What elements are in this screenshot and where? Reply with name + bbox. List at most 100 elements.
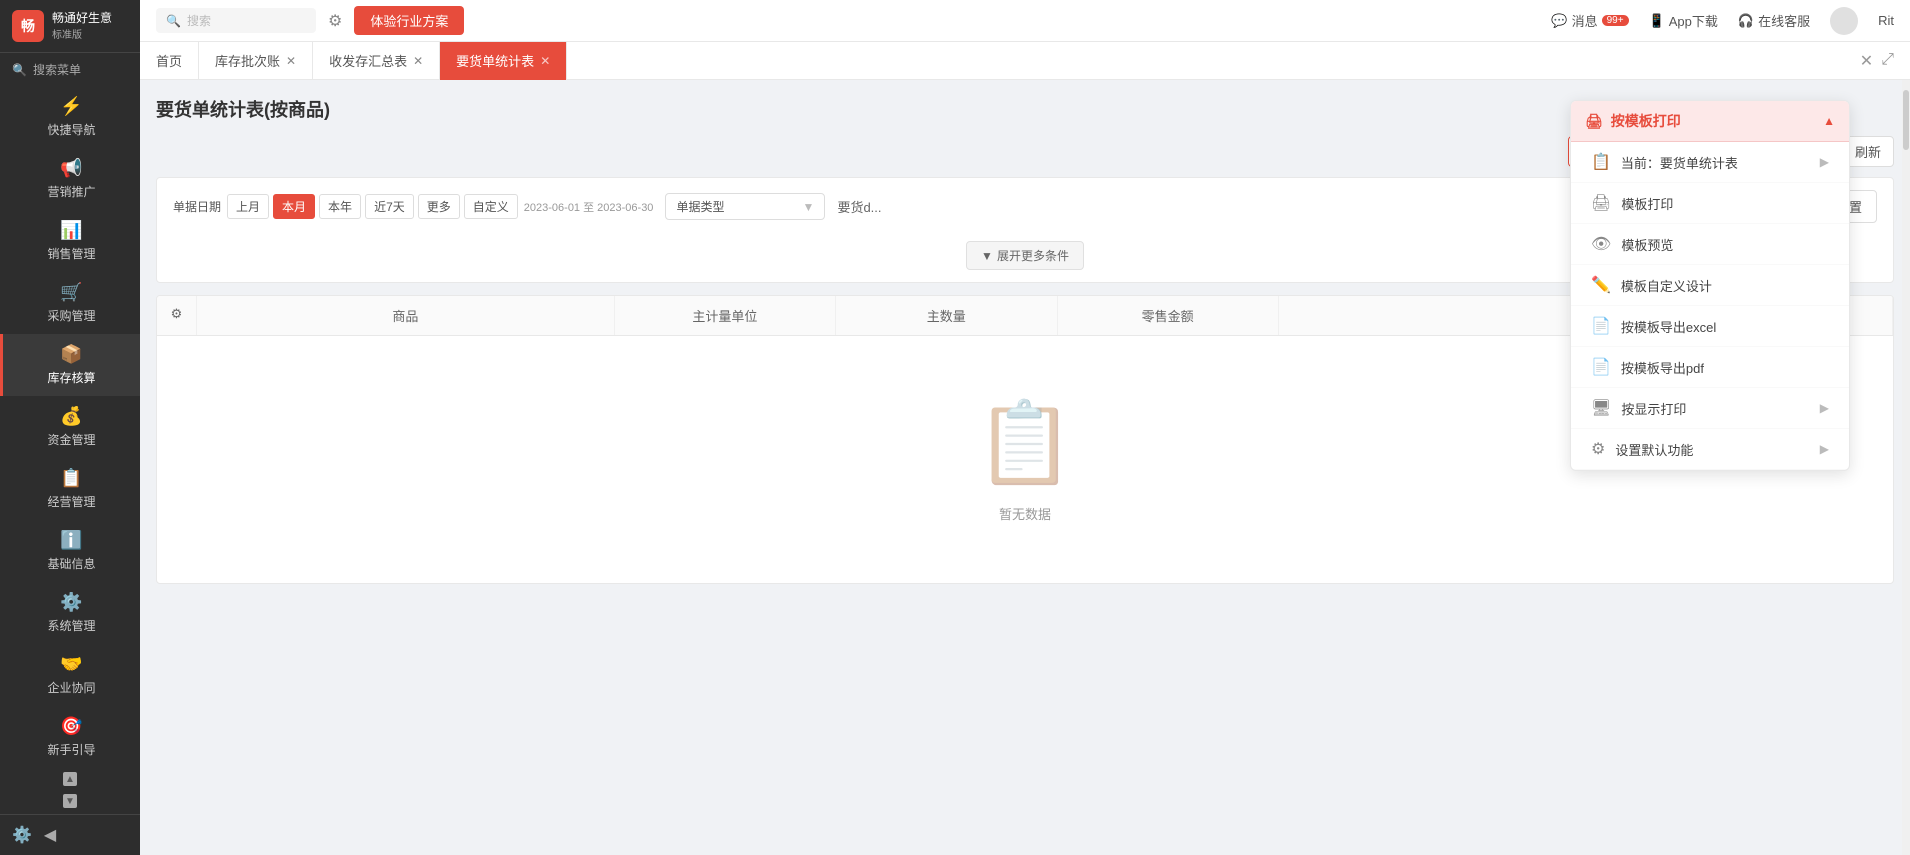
demand-goods-label: 要货d... bbox=[837, 197, 881, 216]
app-download-btn[interactable]: 📱 App下载 bbox=[1649, 11, 1718, 30]
sidebar-item-guide[interactable]: 🎯 新手引导 bbox=[0, 706, 140, 766]
col-settings[interactable]: ⚙ bbox=[157, 296, 197, 335]
tab-close-batch-account[interactable]: ✕ bbox=[286, 54, 296, 68]
template-pdf-icon: 📄 bbox=[1591, 357, 1611, 377]
tab-close-demand-summary[interactable]: ✕ bbox=[540, 54, 550, 68]
tab-collection-summary[interactable]: 收发存汇总表✕ bbox=[313, 42, 440, 80]
display-print-chevron: ▶ bbox=[1820, 401, 1829, 415]
sidebar-label-sales: 销售管理 bbox=[47, 245, 95, 262]
date-btn-current-year[interactable]: 本年 bbox=[319, 194, 361, 219]
sidebar-item-purchase[interactable]: 🛒 采购管理 bbox=[0, 272, 140, 334]
empty-text: 暂无数据 bbox=[999, 504, 1051, 523]
sidebar-search[interactable]: 🔍 搜索菜单 bbox=[0, 53, 140, 86]
date-range: 2023-06-01 至 2023-06-30 bbox=[524, 199, 654, 215]
avatar[interactable] bbox=[1830, 7, 1858, 35]
date-btn-last-7-days[interactable]: 近7天 bbox=[365, 194, 414, 219]
date-label: 单据日期 bbox=[173, 198, 221, 215]
dropdown-title: 按模板打印 bbox=[1611, 111, 1681, 131]
online-service-btn[interactable]: 🎧 在线客服 bbox=[1738, 11, 1810, 30]
tab-label-demand-summary: 要货单统计表 bbox=[456, 51, 534, 70]
tab-batch-account[interactable]: 库存批次账 ✕ bbox=[199, 42, 313, 80]
app-icon: 畅 bbox=[12, 10, 44, 42]
message-icon: 💬 bbox=[1551, 13, 1567, 29]
expand-icon: ▼ bbox=[981, 249, 993, 263]
set-default-item[interactable]: ⚙ 设置默认功能 ▶ bbox=[1571, 429, 1849, 470]
online-service-label: 在线客服 bbox=[1758, 11, 1810, 30]
scroll-up-btn[interactable]: ▲ bbox=[63, 772, 77, 786]
template-print-label: 模板打印 bbox=[1621, 194, 1673, 213]
sidebar-item-quick-nav[interactable]: ⚡ 快捷导航 bbox=[0, 86, 140, 148]
topbar-gear-icon[interactable]: ⚙ bbox=[328, 11, 342, 31]
messages-btn[interactable]: 💬 消息 99+ bbox=[1551, 11, 1628, 30]
current-template-label: 当前：要货单统计表 bbox=[1621, 153, 1738, 172]
sidebar: 畅 畅通好生意 标准版 🔍 搜索菜单 ⚡ 快捷导航 📢 营销推广 📊 销售管理 … bbox=[0, 0, 140, 855]
sidebar-item-sales[interactable]: 📊 销售管理 bbox=[0, 210, 140, 272]
template-export-pdf-label: 按模板导出pdf bbox=[1621, 358, 1704, 377]
display-print-label: 按显示打印 bbox=[1621, 399, 1686, 418]
app-download-label: App下载 bbox=[1669, 11, 1718, 30]
template-preview-item[interactable]: 👁 模板预览 bbox=[1571, 224, 1849, 265]
tab-close-collection-summary[interactable]: ✕ bbox=[413, 54, 423, 68]
topbar-right: 💬 消息 99+ 📱 App下载 🎧 在线客服 Rit bbox=[1551, 7, 1894, 35]
sidebar-label-operation: 经营管理 bbox=[47, 493, 95, 510]
industry-btn[interactable]: 体验行业方案 bbox=[354, 6, 464, 35]
template-preview-label: 模板预览 bbox=[1621, 235, 1673, 254]
tabs-container: 首页库存批次账✕收发存汇总表✕要货单统计表✕ bbox=[156, 42, 1860, 80]
refresh-label: 刷新 bbox=[1855, 142, 1881, 161]
sidebar-item-marketing[interactable]: 📢 营销推广 bbox=[0, 148, 140, 210]
maximize-icon[interactable]: ⤢ bbox=[1881, 51, 1894, 71]
col-product: 商品 bbox=[197, 296, 615, 335]
tab-label-home: 首页 bbox=[156, 51, 182, 70]
template-export-excel-label: 按模板导出excel bbox=[1621, 317, 1716, 336]
sidebar-item-basic-info[interactable]: ℹ️ 基础信息 bbox=[0, 520, 140, 582]
sidebar-collapse-icon[interactable]: ◀ bbox=[44, 825, 56, 845]
topbar-search-text: 搜索 bbox=[187, 12, 211, 29]
template-design-label: 模板自定义设计 bbox=[1621, 276, 1712, 295]
topbar-search-icon: 🔍 bbox=[166, 14, 181, 28]
sidebar-label-inventory: 库存核算 bbox=[47, 369, 95, 386]
close-window-icon[interactable]: ✕ bbox=[1860, 51, 1873, 71]
tab-label-batch-account: 库存批次账 bbox=[215, 51, 280, 70]
sidebar-nav: ⚡ 快捷导航 📢 营销推广 📊 销售管理 🛒 采购管理 📦 库存核算 💰 资金管… bbox=[0, 86, 140, 766]
scroll-down-btn[interactable]: ▼ bbox=[63, 794, 77, 808]
date-btn-current-month[interactable]: 本月 bbox=[273, 194, 315, 219]
sidebar-item-system[interactable]: ⚙️ 系统管理 bbox=[0, 582, 140, 644]
date-btn-more[interactable]: 更多 bbox=[418, 194, 460, 219]
tab-home[interactable]: 首页 bbox=[156, 42, 199, 80]
right-scrollbar bbox=[1902, 80, 1910, 855]
template-design-item[interactable]: ✏️ 模板自定义设计 bbox=[1571, 265, 1849, 306]
template-export-pdf-item[interactable]: 📄 按模板导出pdf bbox=[1571, 347, 1849, 388]
set-default-chevron: ▶ bbox=[1820, 442, 1829, 456]
expand-filter-btn[interactable]: ▼ 展开更多条件 bbox=[966, 241, 1084, 270]
sidebar-item-cooperation[interactable]: 🤝 企业协同 bbox=[0, 644, 140, 706]
topbar: 🔍 搜索 ⚙ 体验行业方案 💬 消息 99+ 📱 App下载 🎧 在线客服 Ri… bbox=[140, 0, 1910, 42]
sidebar-settings-icon[interactable]: ⚙️ bbox=[12, 825, 32, 845]
template-print-icon: 🖨 bbox=[1591, 193, 1611, 213]
date-btn-prev-month[interactable]: 上月 bbox=[227, 194, 269, 219]
current-template-item[interactable]: 📋 当前：要货单统计表 ▶ bbox=[1571, 142, 1849, 183]
online-service-icon: 🎧 bbox=[1738, 13, 1754, 29]
tab-demand-summary[interactable]: 要货单统计表 ✕ bbox=[440, 42, 567, 80]
template-print-item[interactable]: 🖨 模板打印 bbox=[1571, 183, 1849, 224]
sidebar-icon-basic-info: ℹ️ bbox=[60, 530, 82, 551]
sidebar-label-quick-nav: 快捷导航 bbox=[47, 121, 95, 138]
template-export-excel-item[interactable]: 📄 按模板导出excel bbox=[1571, 306, 1849, 347]
template-design-icon: ✏️ bbox=[1591, 275, 1611, 295]
empty-icon: 📋 bbox=[975, 396, 1075, 490]
scrollbar-thumb[interactable] bbox=[1903, 90, 1909, 150]
date-btn-custom[interactable]: 自定义 bbox=[464, 194, 518, 219]
sidebar-item-operation[interactable]: 📋 经营管理 bbox=[0, 458, 140, 520]
sidebar-icon-system: ⚙️ bbox=[60, 592, 82, 613]
sidebar-item-inventory[interactable]: 📦 库存核算 bbox=[0, 334, 140, 396]
order-type-select[interactable]: 单据类型 ▼ bbox=[665, 193, 825, 220]
print-dropdown: 🖨 按模板打印 ▲ 📋 当前：要货单统计表 ▶ 🖨 模板打印 👁 模板预览 ✏️… bbox=[1570, 100, 1850, 471]
set-default-icon: ⚙ bbox=[1591, 439, 1605, 459]
date-btns: 上月本月本年近7天更多自定义 bbox=[227, 194, 518, 219]
topbar-search[interactable]: 🔍 搜索 bbox=[156, 8, 316, 33]
sidebar-icon-finance: 💰 bbox=[60, 406, 82, 427]
user-name: Rit bbox=[1878, 13, 1894, 28]
sidebar-icon-operation: 📋 bbox=[60, 468, 82, 489]
display-print-icon: 🖥 bbox=[1591, 398, 1611, 418]
sidebar-item-finance[interactable]: 💰 资金管理 bbox=[0, 396, 140, 458]
display-print-item[interactable]: 🖥 按显示打印 ▶ bbox=[1571, 388, 1849, 429]
